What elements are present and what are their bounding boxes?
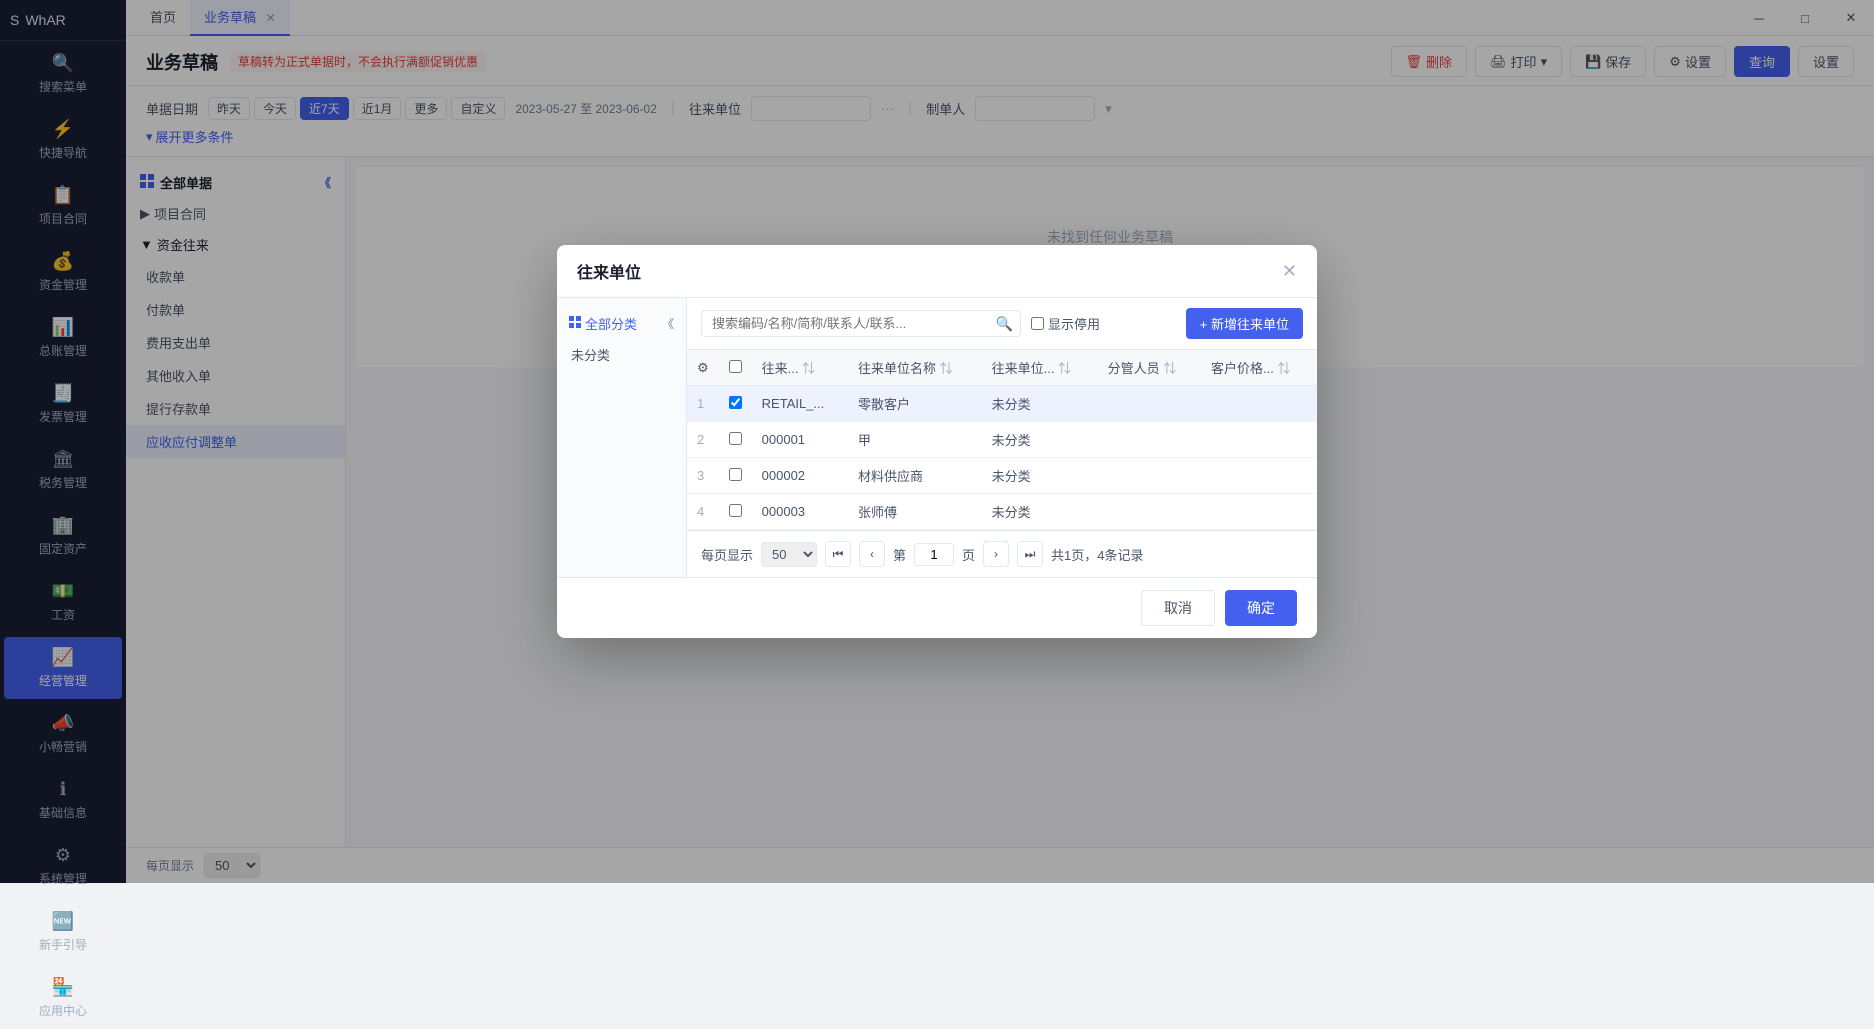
modal-table-wrap: ⚙ 往来... ⇅ 往来单位名称 xyxy=(687,350,1317,530)
page-suffix: 页 xyxy=(962,545,975,564)
row-num: 1 xyxy=(687,386,719,422)
col-checkbox xyxy=(719,350,752,386)
pagination: 每页显示 50 100 ⏮ ‹ 第 页 › ⏭ 共1页，4条记录 xyxy=(687,530,1317,577)
modal-main: 🔍 显示停用 + 新增往来单位 xyxy=(687,298,1317,577)
sidebar-item-label: 应用中心 xyxy=(39,1002,87,1019)
prev-page-button[interactable]: ‹ xyxy=(859,541,885,567)
row-num: 2 xyxy=(687,422,719,458)
row-type: 未分类 xyxy=(982,422,1098,458)
cancel-button[interactable]: 取消 xyxy=(1141,590,1215,626)
row-person xyxy=(1098,386,1201,422)
modal-overlay: 往来单位 ✕ 全部分类 《 xyxy=(0,0,1874,883)
search-icon: 🔍 xyxy=(996,315,1013,332)
table-body: 1 RETAIL_... 零散客户 未分类 2 xyxy=(687,386,1317,530)
show-disabled-checkbox[interactable] xyxy=(1031,317,1044,330)
row-price xyxy=(1201,458,1317,494)
sidebar-item-label: 新手引导 xyxy=(39,936,87,953)
row-type: 未分类 xyxy=(982,458,1098,494)
row-num: 3 xyxy=(687,458,719,494)
row-price xyxy=(1201,386,1317,422)
col-code[interactable]: 往来... ⇅ xyxy=(752,350,848,386)
page-label: 第 xyxy=(893,545,906,564)
row-name: 零散客户 xyxy=(848,386,982,422)
row-name: 甲 xyxy=(848,422,982,458)
modal-toolbar: 🔍 显示停用 + 新增往来单位 xyxy=(687,298,1317,350)
row-price xyxy=(1201,422,1317,458)
modal-close-button[interactable]: ✕ xyxy=(1282,262,1297,280)
first-page-button[interactable]: ⏮ xyxy=(825,541,851,567)
row-person xyxy=(1098,422,1201,458)
sort-icon: ⇅ xyxy=(940,361,953,376)
app-center-icon: 🏪 xyxy=(52,977,74,998)
sort-icon: ⇅ xyxy=(802,361,815,376)
row-price xyxy=(1201,494,1317,530)
table-header: ⚙ 往来... ⇅ 往来单位名称 xyxy=(687,350,1317,386)
row-checkbox[interactable] xyxy=(719,458,752,494)
row-code: RETAIL_... xyxy=(752,386,848,422)
modal-title: 往来单位 xyxy=(577,259,641,283)
row-checkbox[interactable] xyxy=(719,386,752,422)
show-disabled-checkbox-label[interactable]: 显示停用 xyxy=(1031,314,1100,333)
modal-sidebar-header: 全部分类 《 xyxy=(557,308,686,339)
sort-icon: ⇅ xyxy=(1277,361,1290,376)
col-name[interactable]: 往来单位名称 ⇅ xyxy=(848,350,982,386)
page-number-input[interactable] xyxy=(914,543,954,566)
table-row[interactable]: 4 000003 张师傅 未分类 xyxy=(687,494,1317,530)
modal-sidebar-collapse-button[interactable]: 《 xyxy=(662,315,674,332)
modal-footer: 取消 确定 xyxy=(557,577,1317,638)
row-person xyxy=(1098,494,1201,530)
new-guide-icon: 🆕 xyxy=(52,911,74,932)
sidebar-item-new-guide[interactable]: 🆕 新手引导 xyxy=(4,901,122,963)
sidebar-item-app-center[interactable]: 🏪 应用中心 xyxy=(4,967,122,1029)
table-row[interactable]: 2 000001 甲 未分类 xyxy=(687,422,1317,458)
sort-icon: ⇅ xyxy=(1058,361,1071,376)
row-person xyxy=(1098,458,1201,494)
modal-header: 往来单位 ✕ xyxy=(557,245,1317,298)
next-page-button[interactable]: › xyxy=(983,541,1009,567)
row-type: 未分类 xyxy=(982,494,1098,530)
modal-sidebar: 全部分类 《 未分类 xyxy=(557,298,687,577)
counterpart-table: ⚙ 往来... ⇅ 往来单位名称 xyxy=(687,350,1317,530)
row-num: 4 xyxy=(687,494,719,530)
add-counterpart-button[interactable]: + 新增往来单位 xyxy=(1186,308,1303,339)
row-code: 000002 xyxy=(752,458,848,494)
category-grid-icon xyxy=(569,316,581,331)
col-person[interactable]: 分管人员 ⇅ xyxy=(1098,350,1201,386)
sort-icon: ⇅ xyxy=(1163,361,1176,376)
row-name: 张师傅 xyxy=(848,494,982,530)
settings-col-icon: ⚙ xyxy=(697,360,709,375)
row-checkbox[interactable] xyxy=(719,494,752,530)
per-page-label: 每页显示 xyxy=(701,545,753,564)
confirm-button[interactable]: 确定 xyxy=(1225,590,1297,626)
row-checkbox[interactable] xyxy=(719,422,752,458)
counterpart-modal: 往来单位 ✕ 全部分类 《 xyxy=(557,245,1317,638)
col-settings[interactable]: ⚙ xyxy=(687,350,719,386)
select-all-checkbox[interactable] xyxy=(729,360,742,373)
col-type[interactable]: 往来单位... ⇅ xyxy=(982,350,1098,386)
counterpart-search-input[interactable] xyxy=(701,310,1021,337)
modal-body: 全部分类 《 未分类 🔍 显示停用 xyxy=(557,298,1317,577)
modal-sidebar-item-unclassified[interactable]: 未分类 xyxy=(557,339,686,370)
table-row[interactable]: 1 RETAIL_... 零散客户 未分类 xyxy=(687,386,1317,422)
page-size-select[interactable]: 50 100 xyxy=(761,542,817,567)
row-type: 未分类 xyxy=(982,386,1098,422)
table-row[interactable]: 3 000002 材料供应商 未分类 xyxy=(687,458,1317,494)
row-code: 000003 xyxy=(752,494,848,530)
row-code: 000001 xyxy=(752,422,848,458)
row-name: 材料供应商 xyxy=(848,458,982,494)
col-price[interactable]: 客户价格... ⇅ xyxy=(1201,350,1317,386)
search-input-wrap: 🔍 xyxy=(701,310,1021,337)
last-page-button[interactable]: ⏭ xyxy=(1017,541,1043,567)
total-info: 共1页，4条记录 xyxy=(1051,545,1143,564)
